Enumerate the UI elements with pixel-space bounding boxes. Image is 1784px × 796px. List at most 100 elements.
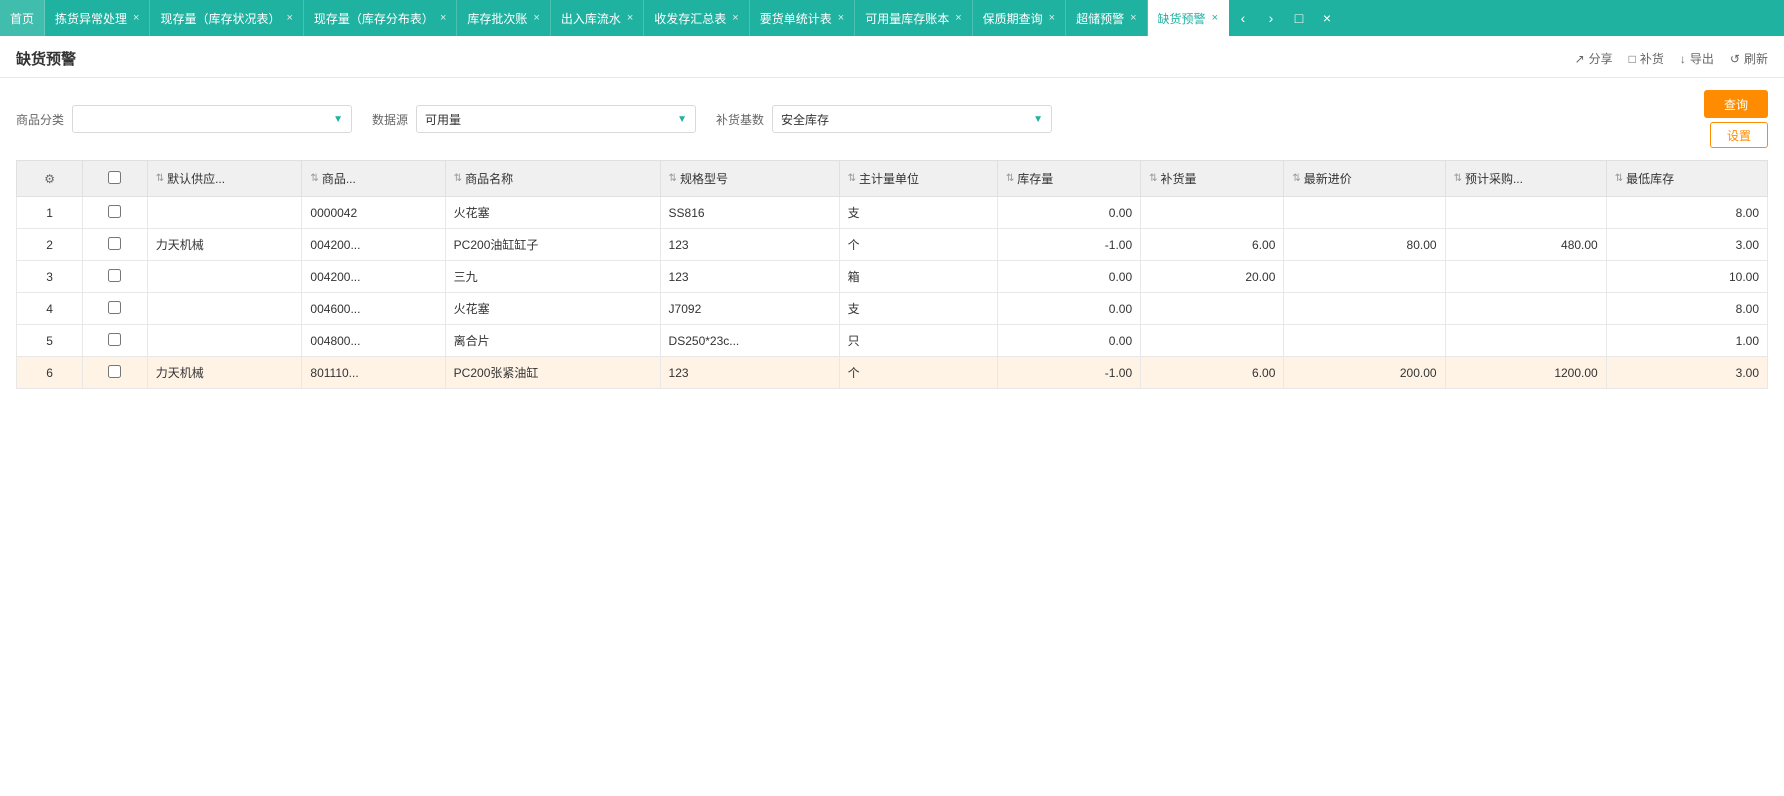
- cell-latest-price: [1284, 293, 1445, 325]
- row-checkbox[interactable]: [108, 205, 121, 218]
- category-label: 商品分类: [16, 111, 64, 128]
- sort-icon: ⇅: [1149, 173, 1157, 184]
- tab-available-ledger[interactable]: 可用量库存账本 ×: [855, 0, 972, 36]
- tab-inout-flow[interactable]: 出入库流水 ×: [551, 0, 644, 36]
- cell-checkbox[interactable]: [83, 357, 147, 389]
- th-code[interactable]: ⇅ 商品...: [302, 161, 445, 197]
- tab-close-icon[interactable]: ×: [133, 12, 139, 24]
- row-checkbox[interactable]: [108, 365, 121, 378]
- row-checkbox[interactable]: [108, 301, 121, 314]
- tab-close-icon[interactable]: ×: [1130, 12, 1136, 24]
- th-settings[interactable]: ⚙: [17, 161, 83, 197]
- cell-index: 4: [17, 293, 83, 325]
- tab-overstock[interactable]: 超储预警 ×: [1066, 0, 1147, 36]
- cell-stock: 0.00: [997, 197, 1140, 229]
- th-checkbox[interactable]: [83, 161, 147, 197]
- row-checkbox[interactable]: [108, 269, 121, 282]
- query-button[interactable]: 查询: [1704, 90, 1768, 118]
- replenish-base-select[interactable]: 安全库存 ▼: [772, 105, 1052, 133]
- cell-estimated: [1445, 261, 1606, 293]
- row-checkbox[interactable]: [108, 237, 121, 250]
- cell-code: 004800...: [302, 325, 445, 357]
- share-label: 分享: [1589, 50, 1613, 67]
- cell-checkbox[interactable]: [83, 293, 147, 325]
- replenish-action[interactable]: □ 补货: [1629, 50, 1664, 67]
- tab-expiry-query[interactable]: 保质期查询 ×: [973, 0, 1066, 36]
- sort-icon: ⇅: [669, 173, 677, 184]
- datasource-select[interactable]: 可用量 ▼: [416, 105, 696, 133]
- tab-stock-status[interactable]: 现存量（库存状况表） ×: [150, 0, 303, 36]
- th-estimated[interactable]: ⇅ 预计采购...: [1445, 161, 1606, 197]
- th-unit[interactable]: ⇅ 主计量单位: [839, 161, 997, 197]
- tab-close-icon[interactable]: ×: [627, 12, 633, 24]
- tab-next-btn[interactable]: ›: [1257, 0, 1285, 36]
- select-all-checkbox[interactable]: [108, 171, 121, 184]
- column-settings-icon[interactable]: ⚙: [40, 169, 60, 189]
- tab-close-icon[interactable]: ×: [1212, 12, 1218, 24]
- tab-close-icon[interactable]: ×: [440, 12, 446, 24]
- tab-close-icon[interactable]: ×: [533, 12, 539, 24]
- table-row[interactable]: 5 004800... 离合片 DS250*23c... 只 0.00 1.00: [17, 325, 1768, 357]
- tab-stock-dist[interactable]: 现存量（库存分布表） ×: [304, 0, 457, 36]
- cell-replenish: [1141, 325, 1284, 357]
- tab-close-icon[interactable]: ×: [1049, 12, 1055, 24]
- tab-receipt-summary[interactable]: 收发存汇总表 ×: [644, 0, 749, 36]
- settings-button[interactable]: 设置: [1710, 122, 1768, 148]
- filter-actions: 查询 设置: [1704, 90, 1768, 148]
- tab-label: 要货单统计表: [760, 10, 832, 27]
- tab-home[interactable]: 首页: [0, 0, 45, 36]
- tab-restore-btn[interactable]: □: [1285, 0, 1313, 36]
- cell-checkbox[interactable]: [83, 261, 147, 293]
- sort-icon: ⇅: [1454, 173, 1462, 184]
- tab-shortage[interactable]: 缺货预警 ×: [1148, 0, 1229, 36]
- th-latest-price[interactable]: ⇅ 最新进价: [1284, 161, 1445, 197]
- tab-order-stat[interactable]: 要货单统计表 ×: [750, 0, 855, 36]
- th-name[interactable]: ⇅ 商品名称: [445, 161, 660, 197]
- tab-close-icon[interactable]: ×: [732, 12, 738, 24]
- th-stock[interactable]: ⇅ 库存量: [997, 161, 1140, 197]
- tab-close-icon[interactable]: ×: [286, 12, 292, 24]
- tab-abnormal[interactable]: 拣货异常处理 ×: [45, 0, 150, 36]
- tab-prev-btn[interactable]: ‹: [1229, 0, 1257, 36]
- refresh-action[interactable]: ↺ 刷新: [1730, 50, 1768, 67]
- cell-latest-price: [1284, 261, 1445, 293]
- th-spec[interactable]: ⇅ 规格型号: [660, 161, 839, 197]
- tab-close-icon[interactable]: ×: [838, 12, 844, 24]
- cell-latest-price: [1284, 197, 1445, 229]
- cell-latest-price: 80.00: [1284, 229, 1445, 261]
- tab-close-window-btn[interactable]: ×: [1313, 0, 1341, 36]
- cell-min-stock: 8.00: [1606, 293, 1767, 325]
- category-select[interactable]: ▼: [72, 105, 352, 133]
- th-replenish-label: 补货量: [1161, 170, 1197, 187]
- cell-replenish: 6.00: [1141, 229, 1284, 261]
- cell-checkbox[interactable]: [83, 325, 147, 357]
- share-action[interactable]: ↗ 分享: [1575, 50, 1613, 67]
- cell-replenish: [1141, 293, 1284, 325]
- cell-estimated: 480.00: [1445, 229, 1606, 261]
- cell-name: PC200油缸缸子: [445, 229, 660, 261]
- cell-supplier: [147, 197, 302, 229]
- table-row[interactable]: 6 力天机械 801110... PC200张紧油缸 123 个 -1.00 6…: [17, 357, 1768, 389]
- data-table: ⚙ ⇅ 默认供应... ⇅ 商品...: [16, 160, 1768, 389]
- cell-index: 2: [17, 229, 83, 261]
- table-row[interactable]: 2 力天机械 004200... PC200油缸缸子 123 个 -1.00 6…: [17, 229, 1768, 261]
- cell-checkbox[interactable]: [83, 197, 147, 229]
- tab-batch-account[interactable]: 库存批次账 ×: [457, 0, 550, 36]
- cell-checkbox[interactable]: [83, 229, 147, 261]
- row-checkbox[interactable]: [108, 333, 121, 346]
- table-row[interactable]: 3 004200... 三九 123 箱 0.00 20.00 10.00: [17, 261, 1768, 293]
- table-row[interactable]: 4 004600... 火花塞 J7092 支 0.00 8.00: [17, 293, 1768, 325]
- sort-icon: ⇅: [454, 173, 462, 184]
- table-row[interactable]: 1 0000042 火花塞 SS816 支 0.00 8.00: [17, 197, 1768, 229]
- th-replenish[interactable]: ⇅ 补货量: [1141, 161, 1284, 197]
- sort-icon: ⇅: [1292, 173, 1300, 184]
- th-supplier[interactable]: ⇅ 默认供应...: [147, 161, 302, 197]
- th-spec-label: 规格型号: [680, 170, 728, 187]
- cell-min-stock: 3.00: [1606, 357, 1767, 389]
- replenish-base-label: 补货基数: [716, 111, 764, 128]
- export-action[interactable]: ↓ 导出: [1680, 50, 1714, 67]
- tab-close-icon[interactable]: ×: [955, 12, 961, 24]
- cell-min-stock: 8.00: [1606, 197, 1767, 229]
- th-min-stock[interactable]: ⇅ 最低库存: [1606, 161, 1767, 197]
- share-icon: ↗: [1575, 52, 1585, 66]
